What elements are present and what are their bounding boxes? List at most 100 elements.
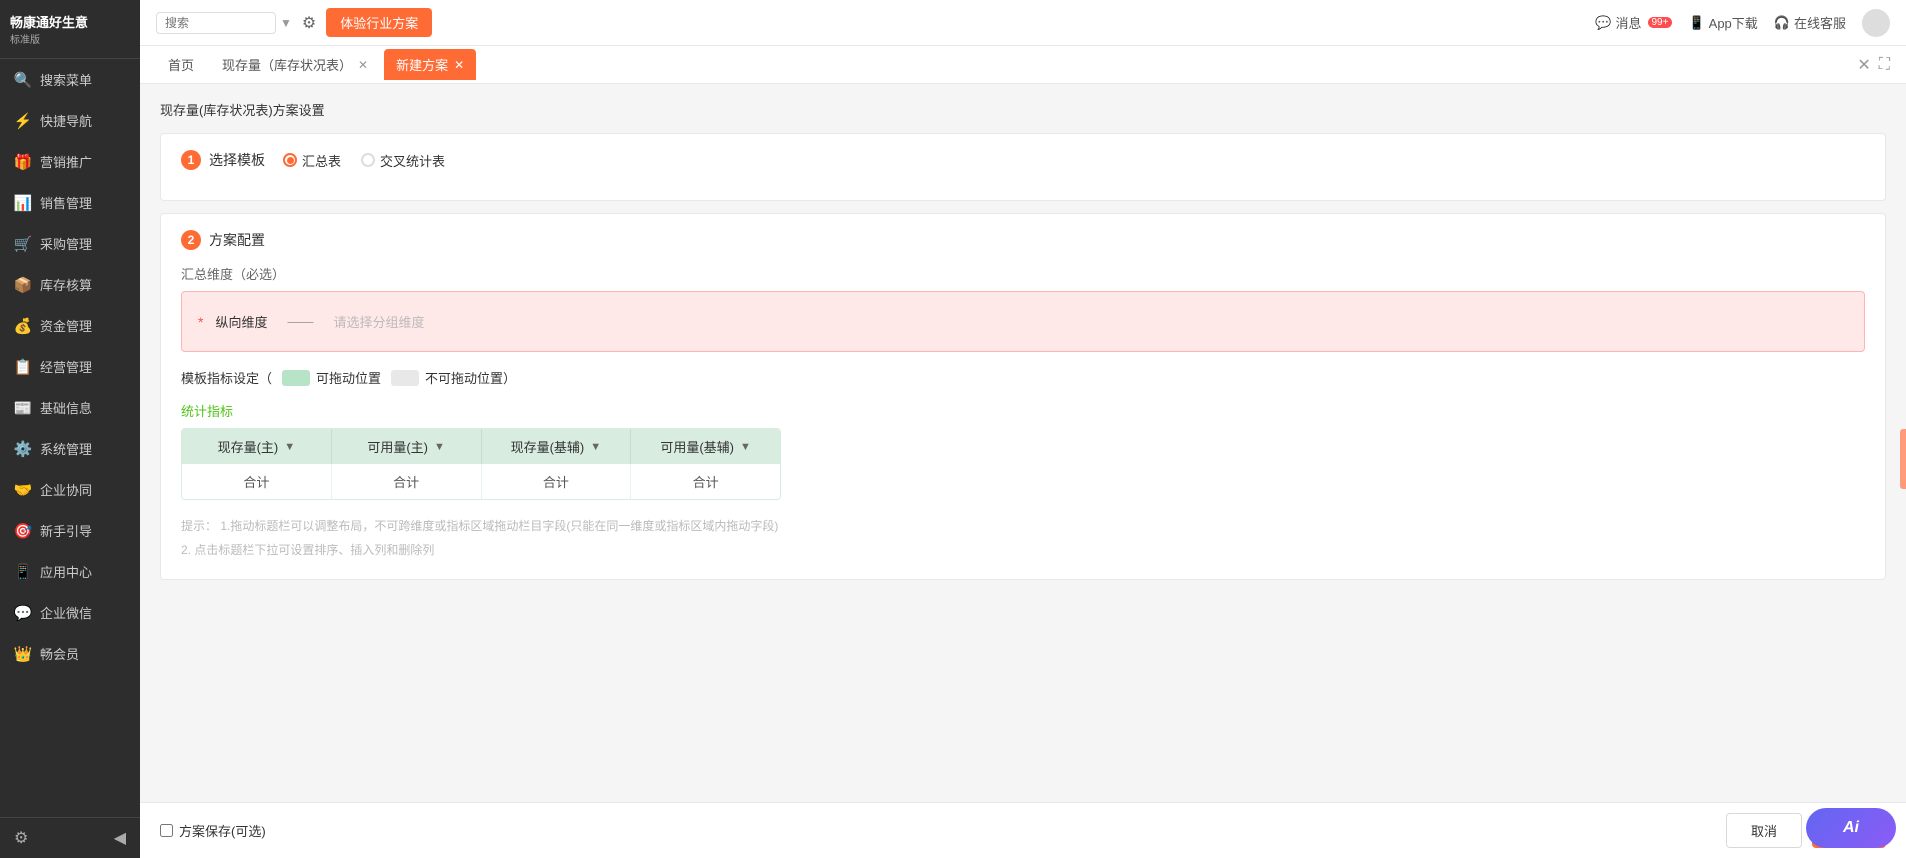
online-service-item[interactable]: 🎧 在线客服	[1774, 13, 1846, 32]
avatar[interactable]	[1862, 9, 1890, 37]
sidebar-item-enterprise[interactable]: 🤝 企业协同	[0, 469, 140, 510]
maximize-icon[interactable]: ⛶	[1879, 56, 1890, 74]
sidebar-label-basic: 基础信息	[40, 398, 92, 417]
indicator-setting-label: 模板指标设定（	[181, 368, 272, 387]
sidebar-item-wechat[interactable]: 💬 企业微信	[0, 592, 140, 633]
col-header-3[interactable]: 现存量(基辅) ▼	[482, 429, 632, 464]
messages-item[interactable]: 💬 消息 99+	[1595, 13, 1672, 32]
sidebar-label-sales: 销售管理	[40, 193, 92, 212]
sidebar-item-purchase[interactable]: 🛒 采购管理	[0, 223, 140, 264]
col-chevron-2[interactable]: ▼	[434, 441, 445, 453]
col-chevron-1[interactable]: ▼	[284, 441, 295, 453]
basic-icon: 📰	[14, 399, 32, 417]
stats-table: 现存量(主) ▼ 可用量(主) ▼ 现存量(基辅) ▼ 可用量(基辅) ▼	[181, 428, 781, 500]
tab-new-plan[interactable]: 新建方案 ✕	[384, 49, 476, 80]
sidebar-item-appstore[interactable]: 📱 应用中心	[0, 551, 140, 592]
dimension-label: 汇总维度（必选）	[181, 264, 1865, 283]
topbar: ▼ ⚙ 体验行业方案 💬 消息 99+ 📱 App下载 🎧 在线客服	[140, 0, 1906, 46]
sidebar-label-purchase: 采购管理	[40, 234, 92, 253]
system-icon: ⚙️	[14, 440, 32, 458]
dropdown-icon[interactable]: ▼	[280, 16, 292, 30]
app-name: 畅康通好生意	[10, 12, 130, 31]
finance-icon: 💰	[14, 317, 32, 335]
step2-title: 方案配置	[209, 230, 265, 250]
sidebar-item-search[interactable]: 🔍 搜索菜单	[0, 59, 140, 100]
sidebar-item-vip[interactable]: 👑 畅会员	[0, 633, 140, 674]
stats-title: 统计指标	[181, 401, 1865, 420]
right-panel-hint[interactable]	[1900, 429, 1906, 489]
gear-icon[interactable]: ⚙	[302, 13, 316, 33]
separator: ——	[287, 314, 313, 329]
col-header-2[interactable]: 可用量(主) ▼	[332, 429, 482, 464]
settings-icon[interactable]: ⚙	[14, 828, 28, 848]
radio-cross-circle	[361, 153, 375, 167]
sidebar-logo: 畅康通好生意 标准版	[0, 0, 140, 59]
search-input[interactable]	[156, 12, 276, 34]
sidebar-item-marketing[interactable]: 🎁 营销推广	[0, 141, 140, 182]
fixed-legend: 不可拖动位置）	[391, 368, 516, 387]
purchase-icon: 🛒	[14, 235, 32, 253]
col-header-1[interactable]: 现存量(主) ▼	[182, 429, 332, 464]
cell-3: 合计	[482, 464, 632, 499]
step2-header: 2 方案配置	[181, 230, 1865, 250]
sidebar: 畅康通好生意 标准版 🔍 搜索菜单 ⚡ 快捷导航 🎁 营销推广 📊 销售管理 🛒…	[0, 0, 140, 858]
fixed-box	[391, 370, 419, 386]
col-chevron-3[interactable]: ▼	[590, 441, 601, 453]
section-plan-config: 2 方案配置 汇总维度（必选） * 纵向维度 —— 请选择分组维度 模板指标设定…	[160, 213, 1886, 580]
tab-home[interactable]: 首页	[156, 49, 206, 80]
col-header-4[interactable]: 可用量(基辅) ▼	[631, 429, 780, 464]
tips-area: 提示： 1.拖动标题栏可以调整布局，不可跨维度或指标区域拖动栏目字段(只能在同一…	[181, 516, 1865, 561]
headset-icon: 🎧	[1774, 15, 1790, 31]
tab-new-plan-close[interactable]: ✕	[454, 58, 464, 72]
movable-box	[282, 370, 310, 386]
sidebar-item-inventory[interactable]: 📦 库存核算	[0, 264, 140, 305]
sidebar-item-system[interactable]: ⚙️ 系统管理	[0, 428, 140, 469]
collapse-icon[interactable]: ◀	[114, 828, 126, 848]
save-plan-checkbox[interactable]	[160, 824, 173, 837]
ai-button[interactable]: Ai	[1806, 808, 1896, 848]
tab-inventory-status[interactable]: 现存量（库存状况表） ✕	[210, 49, 380, 80]
app-icon: 📱	[1688, 15, 1704, 31]
sidebar-item-operations[interactable]: 📋 经营管理	[0, 346, 140, 387]
radio-cross-label: 交叉统计表	[380, 151, 445, 170]
col-label-3: 现存量(基辅)	[511, 437, 585, 456]
sidebar-item-finance[interactable]: 💰 资金管理	[0, 305, 140, 346]
ai-label: Ai	[1843, 819, 1859, 837]
sidebar-item-quick-nav[interactable]: ⚡ 快捷导航	[0, 100, 140, 141]
appstore-icon: 📱	[14, 563, 32, 581]
vertical-dimension-label: 纵向维度	[215, 312, 267, 331]
required-dimension-area[interactable]: * 纵向维度 —— 请选择分组维度	[181, 291, 1865, 352]
enterprise-icon: 🤝	[14, 481, 32, 499]
radio-cross[interactable]: 交叉统计表	[361, 151, 445, 170]
sidebar-item-sales[interactable]: 📊 销售管理	[0, 182, 140, 223]
messages-badge: 99+	[1648, 17, 1673, 28]
movable-legend: 可拖动位置	[282, 368, 381, 387]
inventory-icon: 📦	[14, 276, 32, 294]
col-chevron-4[interactable]: ▼	[740, 441, 751, 453]
tab-inventory-close[interactable]: ✕	[358, 58, 368, 72]
sidebar-label-vip: 畅会员	[40, 644, 79, 663]
sidebar-item-newbie[interactable]: 🎯 新手引导	[0, 510, 140, 551]
industry-btn[interactable]: 体验行业方案	[326, 8, 432, 37]
app-download-item[interactable]: 📱 App下载	[1688, 13, 1757, 32]
stats-body: 合计 合计 合计 合计	[182, 464, 780, 499]
cancel-button[interactable]: 取消	[1726, 813, 1802, 848]
sidebar-item-basic[interactable]: 📰 基础信息	[0, 387, 140, 428]
vip-icon: 👑	[14, 645, 32, 663]
close-window-icon[interactable]: ✕	[1857, 55, 1870, 75]
content-area: 现存量(库存状况表)方案设置 1 选择模板 汇总表 交叉统计表	[140, 84, 1906, 802]
sidebar-label-newbie: 新手引导	[40, 521, 92, 540]
tab-home-label: 首页	[168, 55, 194, 74]
sales-icon: 📊	[14, 194, 32, 212]
sidebar-label-finance: 资金管理	[40, 316, 92, 335]
stats-header: 现存量(主) ▼ 可用量(主) ▼ 现存量(基辅) ▼ 可用量(基辅) ▼	[182, 429, 780, 464]
app-edition: 标准版	[10, 31, 130, 46]
radio-summary[interactable]: 汇总表	[283, 151, 341, 170]
sidebar-label-quick-nav: 快捷导航	[40, 111, 92, 130]
dimension-placeholder: 请选择分组维度	[333, 312, 424, 331]
sidebar-label-operations: 经营管理	[40, 357, 92, 376]
indicator-setting: 模板指标设定（ 可拖动位置 不可拖动位置）	[181, 368, 1865, 387]
sidebar-label-search: 搜索菜单	[40, 70, 92, 89]
save-plan-area[interactable]: 方案保存(可选)	[160, 821, 266, 840]
sidebar-scroll: 🔍 搜索菜单 ⚡ 快捷导航 🎁 营销推广 📊 销售管理 🛒 采购管理 📦 库存核…	[0, 59, 140, 817]
